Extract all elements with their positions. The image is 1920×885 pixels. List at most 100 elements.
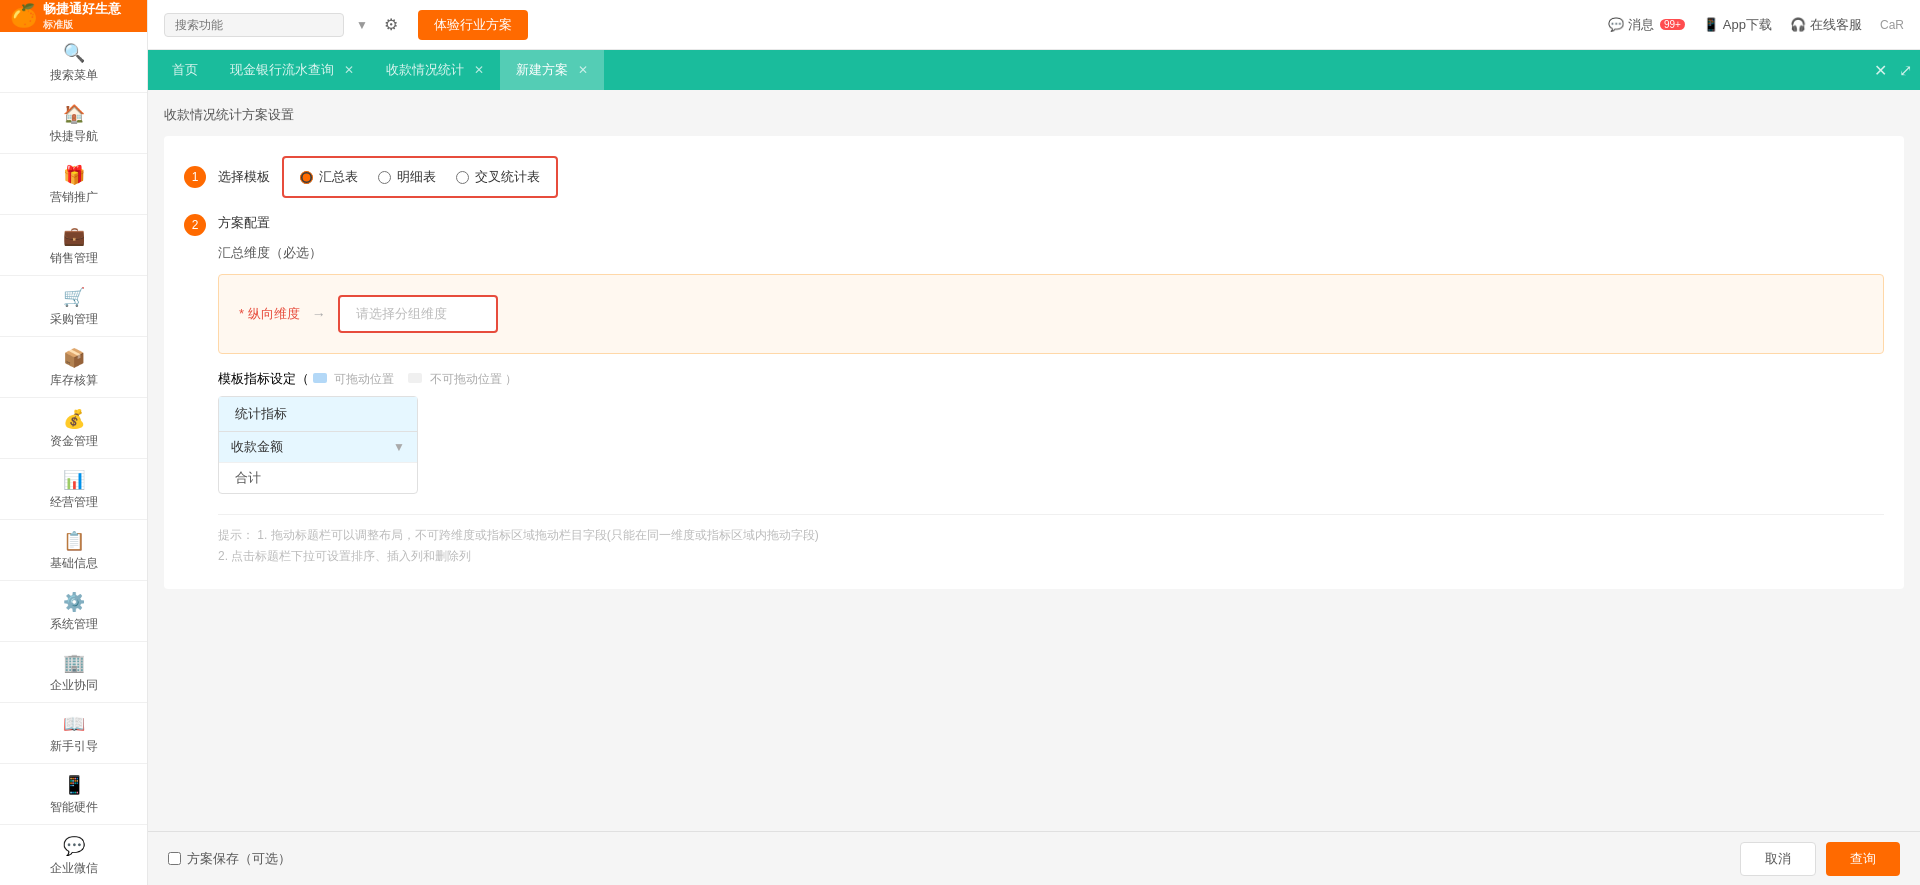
tip-row-1: 提示： 1. 拖动标题栏可以调整布局，不可跨维度或指标区域拖动栏目字段(只能在同… [218, 527, 1884, 544]
step2-label: 方案配置 [218, 214, 270, 232]
radio-group-detail[interactable]: 明细表 [378, 168, 436, 186]
sidebar-item-inventory[interactable]: 📦 库存核算 [0, 337, 147, 398]
hardware-icon: 📱 [63, 774, 85, 796]
sidebar-item-sales[interactable]: 💼 销售管理 [0, 215, 147, 276]
service-icon: 🎧 [1790, 17, 1806, 32]
tab-collection-stats[interactable]: 收款情况统计 ✕ [370, 50, 500, 90]
dimension-area: * 纵向维度 → 请选择分组维度 [218, 274, 1884, 354]
sidebar-item-label: 系统管理 [50, 616, 98, 633]
sidebar-item-finance[interactable]: 💰 资金管理 [0, 398, 147, 459]
notification-btn[interactable]: 💬 消息 99+ [1608, 16, 1685, 34]
tab-new-plan[interactable]: 新建方案 ✕ [500, 50, 604, 90]
sidebar-item-quick-nav[interactable]: 🏠 快捷导航 [0, 93, 147, 154]
footer-bar: 方案保存（可选） 取消 查询 [148, 831, 1920, 885]
hint-fixed-label: 不可拖动位置 [430, 372, 502, 386]
sidebar-item-purchase[interactable]: 🛒 采购管理 [0, 276, 147, 337]
sidebar-item-system[interactable]: ⚙️ 系统管理 [0, 581, 147, 642]
query-button[interactable]: 查询 [1826, 842, 1900, 876]
metrics-row-label: 收款金额 [231, 438, 283, 456]
topbar-right: 💬 消息 99+ 📱 App下载 🎧 在线客服 CaR [1608, 16, 1904, 34]
step2-num: 2 [184, 214, 206, 236]
radio-label-detail[interactable]: 明细表 [397, 168, 436, 186]
sidebar-item-label: 经营管理 [50, 494, 98, 511]
maximize-icon[interactable]: ⤢ [1899, 61, 1912, 80]
logo-edition: 标准版 [43, 18, 121, 32]
sidebar-item-operation[interactable]: 📊 经营管理 [0, 459, 147, 520]
radio-label-summary[interactable]: 汇总表 [319, 168, 358, 186]
search-menu-icon: 🔍 [63, 42, 85, 64]
metrics-row[interactable]: 收款金额 ▼ [219, 432, 417, 462]
radio-label-cross[interactable]: 交叉统计表 [475, 168, 540, 186]
search-input[interactable] [164, 13, 344, 37]
dimension-select[interactable]: 请选择分组维度 [338, 295, 498, 333]
sidebar-item-basic-info[interactable]: 📋 基础信息 [0, 520, 147, 581]
metrics-table: 统计指标 收款金额 ▼ 合计 [218, 396, 418, 494]
close-window-icon[interactable]: ✕ [1874, 61, 1887, 80]
app-download-btn[interactable]: 📱 App下载 [1703, 16, 1772, 34]
metrics-table-header: 统计指标 [219, 397, 417, 432]
tab-actions: ✕ ⤢ [1874, 61, 1912, 80]
page-title: 收款情况统计方案设置 [164, 106, 1904, 124]
tabs-bar: 首页 现金银行流水查询 ✕ 收款情况统计 ✕ 新建方案 ✕ ✕ ⤢ [148, 50, 1920, 90]
sidebar-item-label: 新手引导 [50, 738, 98, 755]
marketing-icon: 🎁 [63, 164, 85, 186]
online-service-btn[interactable]: 🎧 在线客服 [1790, 16, 1862, 34]
sidebar-logo: 🍊 畅捷通好生意 标准版 [0, 0, 147, 32]
cancel-button[interactable]: 取消 [1740, 842, 1816, 876]
save-plan-input[interactable] [168, 852, 181, 865]
sidebar-item-label: 企业微信 [50, 860, 98, 877]
tab-bank-flow[interactable]: 现金银行流水查询 ✕ [214, 50, 370, 90]
basic-info-icon: 📋 [63, 530, 85, 552]
sidebar-item-label: 库存核算 [50, 372, 98, 389]
metrics-title: 模板指标设定（ 可拖动位置 不可拖动位置 ） [218, 370, 517, 388]
gear-icon[interactable]: ⚙ [384, 15, 398, 34]
metrics-hint-row: 模板指标设定（ 可拖动位置 不可拖动位置 ） [218, 370, 1884, 388]
save-plan-label: 方案保存（可选） [187, 850, 291, 868]
sidebar-item-marketing[interactable]: 🎁 营销推广 [0, 154, 147, 215]
tips-section: 提示： 1. 拖动标题栏可以调整布局，不可跨维度或指标区域拖动栏目字段(只能在同… [218, 514, 1884, 565]
sidebar-item-wechat[interactable]: 💬 企业微信 [0, 825, 147, 885]
step2-row: 2 方案配置 [184, 214, 1884, 236]
radio-cross[interactable] [456, 171, 469, 184]
sidebar-item-label: 搜索菜单 [50, 67, 98, 84]
step1-row: 1 选择模板 汇总表 明细表 交叉统计表 [184, 156, 1884, 198]
search-dropdown-icon[interactable]: ▼ [356, 18, 368, 32]
tab-close-new-plan[interactable]: ✕ [578, 63, 588, 77]
metrics-dropdown-icon[interactable]: ▼ [393, 440, 405, 454]
sidebar-item-guide[interactable]: 📖 新手引导 [0, 703, 147, 764]
metrics-sub-row: 合计 [219, 462, 417, 493]
metrics-section: 模板指标设定（ 可拖动位置 不可拖动位置 ） 统计指标 收款金额 ▼ [218, 370, 1884, 494]
radio-summary[interactable] [300, 171, 313, 184]
home-icon: 🏠 [63, 103, 85, 125]
dimension-arrow: → [312, 306, 326, 322]
sidebar-item-search-menu[interactable]: 🔍 搜索菜单 [0, 32, 147, 93]
sidebar-item-label: 快捷导航 [50, 128, 98, 145]
radio-group-cross[interactable]: 交叉统计表 [456, 168, 540, 186]
sidebar-item-enterprise[interactable]: 🏢 企业协同 [0, 642, 147, 703]
dimension-select-placeholder: 请选择分组维度 [356, 306, 447, 321]
step1-label: 选择模板 [218, 168, 270, 186]
save-plan-checkbox[interactable]: 方案保存（可选） [168, 850, 291, 868]
radio-group-summary[interactable]: 汇总表 [300, 168, 358, 186]
main-card: 1 选择模板 汇总表 明细表 交叉统计表 [164, 136, 1904, 589]
enterprise-icon: 🏢 [63, 652, 85, 674]
sidebar-item-label: 销售管理 [50, 250, 98, 267]
tab-close-bank-flow[interactable]: ✕ [344, 63, 354, 77]
trial-btn[interactable]: 体验行业方案 [418, 10, 528, 40]
template-selection: 汇总表 明细表 交叉统计表 [282, 156, 558, 198]
sidebar-item-label: 资金管理 [50, 433, 98, 450]
dimension-title: 汇总维度（必选） [218, 244, 1884, 262]
sidebar-item-label: 企业协同 [50, 677, 98, 694]
purchase-icon: 🛒 [63, 286, 85, 308]
tab-home[interactable]: 首页 [156, 50, 214, 90]
topbar: ▼ ⚙ 体验行业方案 💬 消息 99+ 📱 App下载 🎧 在线客服 CaR [148, 0, 1920, 50]
main-area: ▼ ⚙ 体验行业方案 💬 消息 99+ 📱 App下载 🎧 在线客服 CaR 首… [148, 0, 1920, 885]
sidebar-item-label: 营销推广 [50, 189, 98, 206]
system-icon: ⚙️ [63, 591, 85, 613]
sidebar-item-label: 基础信息 [50, 555, 98, 572]
tab-close-collection-stats[interactable]: ✕ [474, 63, 484, 77]
sidebar-item-hardware[interactable]: 📱 智能硬件 [0, 764, 147, 825]
notification-icon: 💬 [1608, 17, 1624, 32]
guide-icon: 📖 [63, 713, 85, 735]
radio-detail[interactable] [378, 171, 391, 184]
